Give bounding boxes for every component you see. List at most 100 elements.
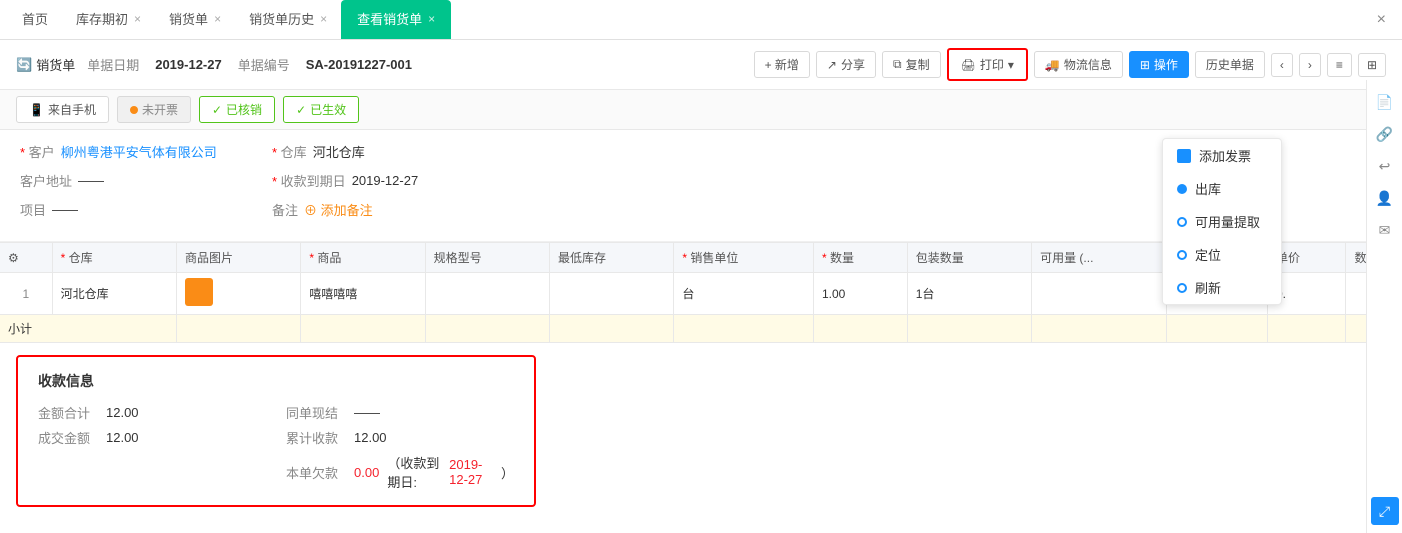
same-order-value: —— (354, 405, 380, 420)
dropdown-item-locate[interactable]: 定位 (1163, 238, 1281, 271)
subtotal-empty-9 (1166, 315, 1267, 343)
history-button[interactable]: 历史单据 (1195, 51, 1265, 78)
project-field: 项目 —— (20, 200, 240, 219)
list-view-icon: ≡ (1336, 58, 1343, 72)
total-label: 金额合计 (38, 403, 98, 422)
dot-orange-icon (130, 106, 138, 114)
phone-icon: 📱 (29, 103, 44, 117)
refresh-icon (1177, 283, 1187, 293)
new-button[interactable]: + 新增 (754, 51, 810, 78)
side-icon-link[interactable]: 🔗 (1371, 120, 1399, 148)
locate-icon (1177, 250, 1187, 260)
doc-icon: 🔄 (16, 57, 32, 73)
dropdown-item-available[interactable]: 可用量提取 (1163, 205, 1281, 238)
row-pkg-qty: 1台 (907, 273, 1031, 315)
add-note-button[interactable]: ⊕ 添加备注 (304, 200, 373, 219)
balance-label: 本单欠款 (286, 463, 346, 482)
payment-same-order-row: 同单现结 —— (286, 403, 514, 422)
nav-next-button[interactable]: › (1299, 53, 1321, 77)
dropdown-item-outbound[interactable]: 出库 (1163, 172, 1281, 205)
tab-close-sales[interactable]: × (214, 13, 221, 25)
due-date-field: 收款到期日 2019-12-27 (272, 171, 492, 190)
side-icon-return[interactable]: ↩ (1371, 152, 1399, 180)
subtotal-row: 小计 (0, 315, 1402, 343)
doc-header: 🔄 销货单 单据日期 2019-12-27 单据编号 SA-20191227-0… (0, 40, 1402, 90)
col-qty: * 数量 (814, 243, 908, 273)
from-phone-button[interactable]: 📱 来自手机 (16, 96, 109, 123)
main-content: 🔄 销货单 单据日期 2019-12-27 单据编号 SA-20191227-0… (0, 40, 1402, 533)
col-unit: * 销售单位 (674, 243, 814, 273)
print-dropdown-icon: ▾ (1008, 58, 1014, 72)
copy-button[interactable]: ⧉ 复制 (882, 51, 941, 78)
tab-close-inventory[interactable]: × (134, 13, 141, 25)
grid-view-button[interactable]: ⊞ (1358, 53, 1386, 77)
due-date-value: 2019-12-27 (352, 173, 419, 188)
due-end: ） (501, 463, 514, 482)
col-product: * 商品 (301, 243, 425, 273)
side-icon-expand[interactable]: ⤢ (1371, 497, 1399, 525)
tab-bar: 首页 库存期初 × 销货单 × 销货单历史 × 查看销货单 × × (0, 0, 1402, 40)
number-label: 单据编号 (238, 55, 290, 74)
operation-button[interactable]: ⊞ 操作 (1129, 51, 1189, 78)
side-icon-doc[interactable]: 📄 (1371, 88, 1399, 116)
subtotal-empty-6 (814, 315, 908, 343)
tab-inventory[interactable]: 库存期初 × (62, 0, 155, 39)
payment-total-row: 金额合计 12.00 (38, 403, 266, 422)
row-unit: 台 (674, 273, 814, 315)
payment-cumulative-row: 累计收款 12.00 (286, 428, 514, 447)
action-row: 📱 来自手机 未开票 ✓ 已核销 ✓ 已生效 (0, 90, 1402, 130)
payment-transaction-row: 成交金额 12.00 (38, 428, 266, 447)
print-button[interactable]: 🖨 打印 ▾ (951, 52, 1024, 77)
side-icon-user[interactable]: 👤 (1371, 184, 1399, 212)
app-close-button[interactable]: × (1369, 11, 1394, 29)
project-value: —— (52, 202, 78, 217)
customer-field: 客户 柳州粤港平安气体有限公司 (20, 142, 240, 161)
subtotal-empty-1 (176, 315, 300, 343)
payment-balance-row: 本单欠款 0.00 （收款到期日: 2019-12-27 ） (286, 453, 514, 491)
subtotal-empty-3 (425, 315, 549, 343)
side-icon-mail[interactable]: ✉ (1371, 216, 1399, 244)
subtotal-empty-8 (1032, 315, 1167, 343)
print-icon: 🖨 (961, 58, 976, 72)
row-product-img (176, 273, 300, 315)
add-icon: ⊕ (304, 203, 317, 218)
dropdown-item-refresh[interactable]: 刷新 (1163, 271, 1281, 304)
due-note: （收款到期日: (387, 453, 441, 491)
customer-value: 柳州粤港平安气体有限公司 (61, 142, 217, 161)
col-min-stock: 最低库存 (550, 243, 674, 273)
subtotal-label: 小计 (0, 315, 176, 343)
transaction-value: 12.00 (106, 430, 139, 445)
tab-close-view-sales[interactable]: × (428, 13, 435, 25)
col-spec: 规格型号 (425, 243, 549, 273)
address-field: 客户地址 —— (20, 171, 240, 190)
subtotal-empty-4 (550, 315, 674, 343)
subtotal-empty-2 (301, 315, 425, 343)
cumulative-value: 12.00 (354, 430, 387, 445)
dropdown-menu: 添加发票 出库 可用量提取 定位 刷新 (1162, 138, 1282, 305)
row-spec (425, 273, 549, 315)
warehouse-value: 河北仓库 (313, 142, 365, 161)
tab-sales[interactable]: 销货单 × (155, 0, 235, 39)
available-icon (1177, 217, 1187, 227)
due-date-val: 2019-12-27 (449, 457, 493, 487)
confirm-button[interactable]: ✓ 已核销 (199, 96, 275, 123)
share-button[interactable]: ↗ 分享 (816, 51, 876, 78)
effective-button[interactable]: ✓ 已生效 (283, 96, 359, 123)
not-open-button[interactable]: 未开票 (117, 96, 191, 123)
nav-prev-button[interactable]: ‹ (1271, 53, 1293, 77)
tab-view-sales[interactable]: 查看销货单 × (341, 0, 451, 39)
dropdown-item-invoice[interactable]: 添加发票 (1163, 139, 1281, 172)
col-product-img: 商品图片 (176, 243, 300, 273)
tab-close-sales-history[interactable]: × (320, 13, 327, 25)
row-available (1032, 273, 1167, 315)
list-view-button[interactable]: ≡ (1327, 53, 1352, 77)
tab-sales-history[interactable]: 销货单历史 × (235, 0, 341, 39)
confirm-icon: ✓ (212, 103, 222, 117)
logistics-icon: 🚚 (1045, 58, 1060, 72)
row-product: 嘻嘻嘻嘻 (301, 273, 425, 315)
number-value: SA-20191227-001 (306, 57, 412, 72)
grid-view-icon: ⊞ (1367, 58, 1377, 72)
tab-home[interactable]: 首页 (8, 0, 62, 39)
logistics-button[interactable]: 🚚 物流信息 (1034, 51, 1123, 78)
col-gear: ⚙ (0, 243, 52, 273)
